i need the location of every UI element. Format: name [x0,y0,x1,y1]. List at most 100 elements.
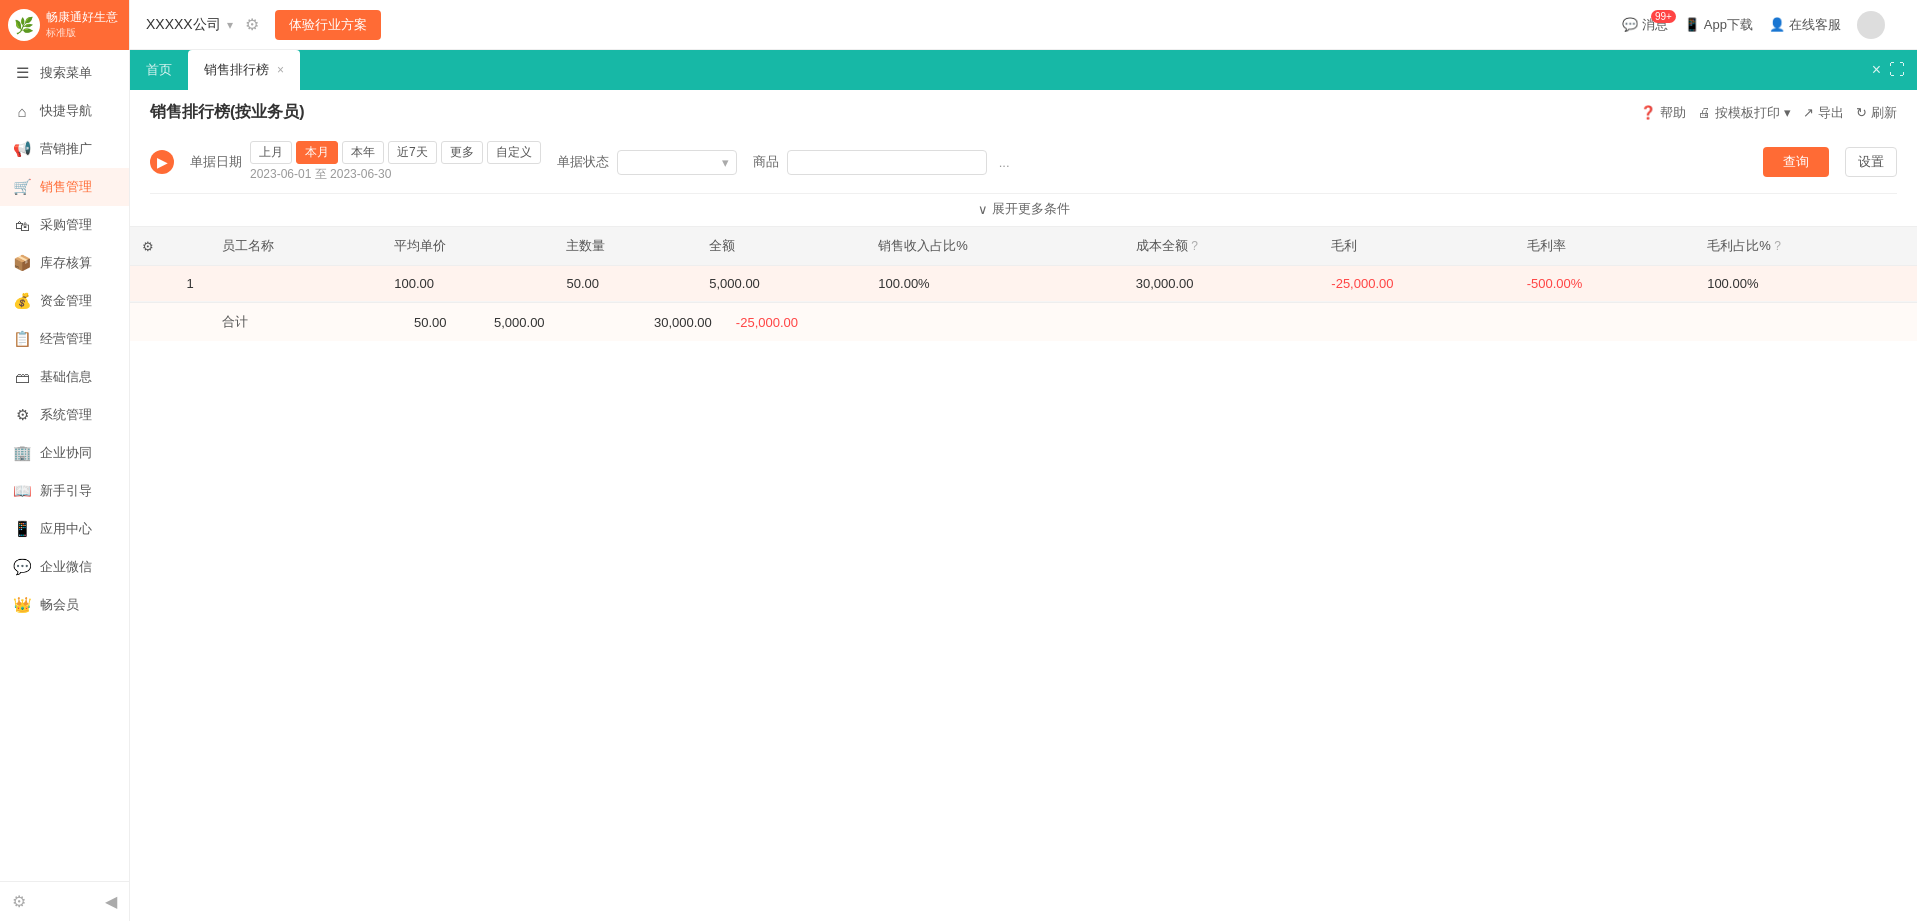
topbar: XXXXX公司 ▾ ⚙ 体验行业方案 💬 消息 99+ 📱 App下载 👤 在线… [130,0,1917,50]
sidebar-item-operations[interactable]: 📋 经营管理 [0,320,129,358]
sidebar-item-enterprise[interactable]: 🏢 企业协同 [0,434,129,472]
sidebar-label-finance: 资金管理 [40,292,92,310]
cost-help-icon[interactable]: ? [1191,239,1198,253]
th-gross-rate: 毛利率 [1515,227,1696,266]
date-filter-controls: 上月 本月 本年 近7天 更多 自定义 2023-06-01 至 2023-06… [250,141,541,183]
expand-more-conditions-btn[interactable]: ∨ 展开更多条件 [978,200,1070,218]
print-icon: 🖨 [1698,105,1711,120]
settings-footer-icon[interactable]: ⚙ [12,892,26,911]
tab-maximize-icon[interactable]: ⛶ [1889,61,1905,79]
sidebar-item-basic[interactable]: 🗃 基础信息 [0,358,129,396]
export-label: 导出 [1818,104,1844,122]
sidebar-item-search-order[interactable]: ☰ 搜索菜单 [0,54,129,92]
topbar-right: 💬 消息 99+ 📱 App下载 👤 在线客服 [1622,11,1901,39]
row-rank-0: 1 [170,266,210,302]
gross-pct-help-icon[interactable]: ? [1774,239,1781,253]
sidebar-icon-search-order: ☰ [12,64,32,82]
sidebar-item-sales[interactable]: 🛒 销售管理 [0,168,129,206]
status-select-wrap [617,150,737,175]
date-btn-last-month[interactable]: 上月 [250,141,292,164]
row-employee-0 [210,266,382,302]
row-cost-0: 30,000.00 [1124,266,1320,302]
sidebar-item-wechat[interactable]: 💬 企业微信 [0,548,129,586]
sidebar-label-guide: 新手引导 [40,482,92,500]
filter-settings-btn[interactable]: 设置 [1845,147,1897,177]
row-gross-rate-0: -500.00% [1515,266,1696,302]
message-badge: 99+ [1651,10,1676,23]
page-actions: ❓ 帮助 🖨 按模板打印 ▾ ↗ 导出 ↻ 刷新 [1640,104,1897,122]
date-btn-custom[interactable]: 自定义 [487,141,541,164]
footer-cost: 30,000.00 [642,315,724,330]
sidebar-label-sales: 销售管理 [40,178,92,196]
user-avatar[interactable] [1857,11,1885,39]
app-download-btn[interactable]: 📱 App下载 [1684,16,1753,34]
th-settings[interactable]: ⚙ [130,227,170,266]
service-icon: 👤 [1769,17,1785,32]
sidebar-item-finance[interactable]: 💰 资金管理 [0,282,129,320]
th-gross: 毛利 [1319,227,1514,266]
refresh-label: 刷新 [1871,104,1897,122]
sidebar-label-basic: 基础信息 [40,368,92,386]
status-filter-group: 单据状态 [557,150,737,175]
sidebar-item-apps[interactable]: 📱 应用中心 [0,510,129,548]
sidebar-footer: ⚙ ◀ [0,881,129,921]
sidebar-logo: 🌿 畅康通好生意 标准版 [0,0,129,50]
company-dropdown-icon: ▾ [227,18,233,32]
row-amount-0: 5,000.00 [697,266,866,302]
tab-home[interactable]: 首页 [130,50,188,90]
sidebar-icon-system: ⚙ [12,406,32,424]
sidebar-item-inventory[interactable]: 📦 库存核算 [0,244,129,282]
company-selector[interactable]: XXXXX公司 ▾ [146,16,233,34]
status-select[interactable] [617,150,737,175]
expand-chevron-icon: ∨ [978,202,988,217]
sidebar-item-system[interactable]: ⚙ 系统管理 [0,396,129,434]
goods-filter-more[interactable]: ... [999,155,1010,170]
sidebar-label-quick-nav: 快捷导航 [40,102,92,120]
sidebar: 🌿 畅康通好生意 标准版 ☰ 搜索菜单 ⌂ 快捷导航 📢 营销推广 🛒 销售管理… [0,0,130,921]
trial-btn[interactable]: 体验行业方案 [275,10,381,40]
print-btn[interactable]: 🖨 按模板打印 ▾ [1698,104,1791,122]
date-btn-this-month[interactable]: 本月 [296,141,338,164]
service-label: 在线客服 [1789,16,1841,34]
main-area: XXXXX公司 ▾ ⚙ 体验行业方案 💬 消息 99+ 📱 App下载 👤 在线… [130,0,1917,921]
sidebar-label-enterprise: 企业协同 [40,444,92,462]
help-label: 帮助 [1660,104,1686,122]
th-qty: 主数量 [554,227,697,266]
tab-sales-ranking[interactable]: 销售排行榜 × [188,50,300,90]
tab-close-icon[interactable]: × [277,63,284,77]
date-filter-group: 单据日期 上月 本月 本年 近7天 更多 自定义 2023-06-01 至 20… [190,141,541,183]
tab-bar: 首页 销售排行榜 × × ⛶ [130,50,1917,90]
sidebar-item-member[interactable]: 👑 畅会员 [0,586,129,624]
message-btn[interactable]: 💬 消息 99+ [1622,16,1668,34]
refresh-btn[interactable]: ↻ 刷新 [1856,104,1897,122]
date-btn-this-year[interactable]: 本年 [342,141,384,164]
th-employee: 员工名称 [210,227,382,266]
refresh-icon: ↻ [1856,105,1867,120]
sidebar-label-marketing: 营销推广 [40,140,92,158]
th-gross-pct: 毛利占比% ? [1695,227,1917,266]
export-btn[interactable]: ↗ 导出 [1803,104,1844,122]
date-range-display: 2023-06-01 至 2023-06-30 [250,166,541,183]
sidebar-item-quick-nav[interactable]: ⌂ 快捷导航 [0,92,129,130]
sidebar-item-purchase[interactable]: 🛍 采购管理 [0,206,129,244]
home-tab-label: 首页 [146,61,172,79]
goods-filter-input[interactable] [787,150,987,175]
footer-amount: 5,000.00 [482,315,562,330]
sales-ranking-tab-label: 销售排行榜 [204,61,269,79]
date-btn-more[interactable]: 更多 [441,141,483,164]
topbar-gear-icon[interactable]: ⚙ [245,15,259,34]
help-btn[interactable]: ❓ 帮助 [1640,104,1686,122]
collapse-sidebar-icon[interactable]: ◀ [105,892,117,911]
filter-expand-btn[interactable]: ▶ [150,150,174,174]
date-btn-7days[interactable]: 近7天 [388,141,437,164]
sidebar-item-guide[interactable]: 📖 新手引导 [0,472,129,510]
th-avg-price: 平均单价 [382,227,554,266]
query-btn[interactable]: 查询 [1763,147,1829,177]
sidebar-nav: ☰ 搜索菜单 ⌂ 快捷导航 📢 营销推广 🛒 销售管理 🛍 采购管理 📦 库存核… [0,50,129,881]
tab-minimize-icon[interactable]: × [1872,61,1881,79]
company-name: XXXXX公司 [146,16,221,34]
online-service-btn[interactable]: 👤 在线客服 [1769,16,1841,34]
footer-total-label: 合计 [222,313,322,331]
th-sales-pct: 销售收入占比% [866,227,1123,266]
sidebar-item-marketing[interactable]: 📢 营销推广 [0,130,129,168]
